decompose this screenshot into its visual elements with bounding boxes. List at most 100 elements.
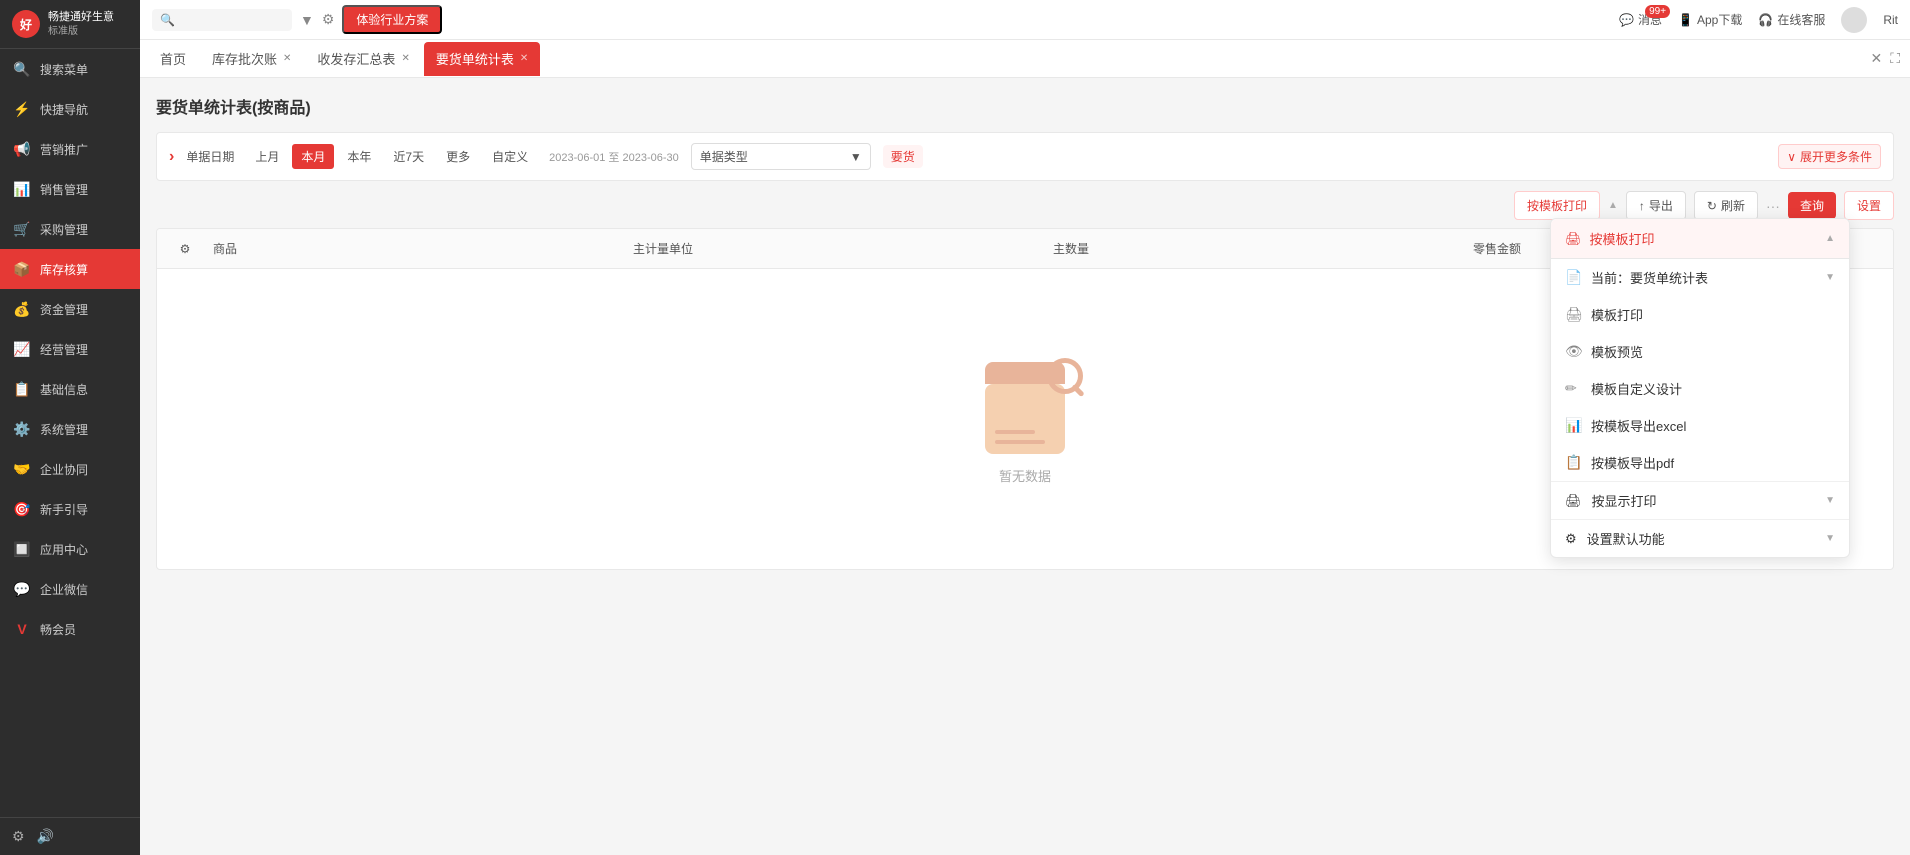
set-default-icon: ⚙ [1565, 531, 1577, 547]
dropdown-current-template[interactable]: 📄 当前：要货单统计表 ▼ [1551, 259, 1849, 296]
date-range-display: 2023-06-01 至 2023-06-30 [549, 149, 679, 165]
order-type-arrow-icon: ▼ [850, 150, 862, 164]
tab-maximize-btn[interactable]: ⛶ [1888, 48, 1902, 69]
tab-controls: ✕ ⛶ [1868, 48, 1902, 69]
dropdown-header: 🖨 按模板打印 ▲ [1551, 219, 1849, 259]
expand-conditions-btn[interactable]: ∨ 展开更多条件 [1778, 144, 1881, 169]
message-btn[interactable]: 💬 消息 99+ [1619, 11, 1662, 28]
dropdown-export-pdf[interactable]: 📋 按模板导出pdf [1551, 444, 1849, 481]
table-col-qty: 主数量 [1045, 240, 1465, 257]
date-btn-7days[interactable]: 近7天 [384, 144, 433, 169]
sidebar-item-purchase[interactable]: 🛒 采购管理 [0, 209, 140, 249]
tab-receipt-summary-close[interactable]: ✕ [401, 53, 409, 64]
search-icon: 🔍 [160, 13, 175, 27]
sidebar-item-finance[interactable]: 💰 资金管理 [0, 289, 140, 329]
inventory-label: 库存核算 [40, 261, 88, 278]
sidebar-item-marketing[interactable]: 📢 营销推广 [0, 129, 140, 169]
date-filter: 上月 本月 本年 近7天 更多 自定义 [246, 144, 537, 169]
dropdown-template-custom[interactable]: ✏ 模板自定义设计 [1551, 370, 1849, 407]
dropdown-template-preview[interactable]: 👁 模板预览 [1551, 333, 1849, 370]
settings-icon[interactable]: ⚙ [12, 828, 25, 845]
empty-text: 暂无数据 [999, 466, 1051, 485]
tab-receipt-summary-label: 收发存汇总表 [317, 49, 395, 68]
tab-home[interactable]: 首页 [148, 42, 198, 76]
sidebar-item-quick-nav[interactable]: ⚡ 快捷导航 [0, 89, 140, 129]
export-icon: ↑ [1639, 199, 1645, 213]
trial-btn[interactable]: 体验行业方案 [342, 5, 442, 34]
message-badge: 99+ [1645, 5, 1670, 18]
tab-order-stats[interactable]: 要货单统计表 ✕ [424, 42, 540, 76]
sidebar-item-basic-info[interactable]: 📋 基础信息 [0, 369, 140, 409]
print-arrow-icon: ▲ [1608, 200, 1618, 211]
sidebar-item-inventory[interactable]: 📦 库存核算 [0, 249, 140, 289]
export-excel-icon: 📊 [1565, 417, 1581, 434]
topbar-gear-icon[interactable]: ▼ [300, 12, 314, 28]
sidebar-item-search[interactable]: 🔍 搜索菜单 [0, 49, 140, 89]
date-btn-last-month[interactable]: 上月 [246, 144, 288, 169]
table-settings-col[interactable]: ⚙ [165, 242, 205, 256]
purchase-label: 采购管理 [40, 221, 88, 238]
finance-label: 资金管理 [40, 301, 88, 318]
more-actions-icon[interactable]: ··· [1766, 198, 1780, 214]
sidebar-item-system[interactable]: ⚙️ 系统管理 [0, 409, 140, 449]
filter-expand-icon[interactable]: › [169, 148, 174, 166]
user-name: Rit [1883, 13, 1898, 27]
dropdown-set-default[interactable]: ⚙ 设置默认功能 ▼ [1551, 519, 1849, 557]
user-avatar[interactable] [1841, 7, 1867, 33]
dropdown-template-print[interactable]: 🖨 模板打印 [1551, 296, 1849, 333]
sidebar-item-membership[interactable]: V 畅会员 [0, 609, 140, 649]
topbar-search[interactable]: 🔍 [152, 9, 292, 31]
app-download-btn[interactable]: 📱 App下载 [1678, 11, 1742, 28]
sidebar-item-sales[interactable]: 📊 销售管理 [0, 169, 140, 209]
settings-btn[interactable]: 设置 [1844, 191, 1894, 220]
export-btn[interactable]: ↑ 导出 [1626, 191, 1686, 220]
quick-nav-label: 快捷导航 [40, 101, 88, 118]
set-default-arrow: ▼ [1825, 533, 1835, 544]
date-btn-this-year[interactable]: 本年 [338, 144, 380, 169]
enterprise-wechat-label: 企业微信 [40, 581, 88, 598]
search-icon: 🔍 [12, 59, 32, 79]
topbar-settings-icon[interactable]: ⚙ [322, 11, 335, 28]
app-version: 标准版 [48, 25, 114, 38]
online-service-btn[interactable]: 🎧 在线客服 [1758, 11, 1825, 28]
export-pdf-label: 按模板导出pdf [1591, 453, 1674, 472]
speaker-icon[interactable]: 🔊 [37, 828, 54, 845]
scroll-line2 [995, 430, 1035, 434]
order-type-select[interactable]: 单据类型 ▼ [691, 143, 871, 170]
print-btn[interactable]: 按模板打印 [1514, 191, 1600, 220]
sidebar-item-enterprise-wechat[interactable]: 💬 企业微信 [0, 569, 140, 609]
quick-nav-icon: ⚡ [12, 99, 32, 119]
sidebar-item-app-center[interactable]: 🔲 应用中心 [0, 529, 140, 569]
system-label: 系统管理 [40, 421, 88, 438]
expand-icon: ∨ [1787, 150, 1796, 164]
tab-receipt-summary[interactable]: 收发存汇总表 ✕ [305, 42, 421, 76]
tab-close-all-btn[interactable]: ✕ [1868, 48, 1884, 69]
dropdown-collapse-icon[interactable]: ▲ [1825, 233, 1835, 244]
sidebar-item-guide[interactable]: 🎯 新手引导 [0, 489, 140, 529]
current-template-icon: 📄 [1565, 269, 1581, 286]
query-btn[interactable]: 查询 [1788, 192, 1836, 219]
tab-order-stats-close[interactable]: ✕ [520, 53, 528, 64]
sidebar-item-operations[interactable]: 📈 经营管理 [0, 329, 140, 369]
marketing-label: 营销推广 [40, 141, 88, 158]
inventory-icon: 📦 [12, 259, 32, 279]
membership-icon: V [12, 619, 32, 639]
sidebar-item-enterprise[interactable]: 🤝 企业协同 [0, 449, 140, 489]
dropdown-export-excel[interactable]: 📊 按模板导出excel [1551, 407, 1849, 444]
tab-inventory-batch[interactable]: 库存批次账 ✕ [200, 42, 303, 76]
app-center-label: 应用中心 [40, 541, 88, 558]
app-download-label: App下载 [1697, 11, 1742, 28]
refresh-btn[interactable]: ↻ 刷新 [1694, 191, 1758, 220]
table-col-product: 商品 [205, 240, 625, 257]
date-filter-label: 单据日期 [186, 148, 234, 165]
print-dropdown-menu: 🖨 按模板打印 ▲ 📄 当前：要货单统计表 ▼ 🖨 模板打印 👁 模板预览 [1550, 218, 1850, 558]
date-btn-this-month[interactable]: 本月 [292, 144, 334, 169]
dropdown-title: 按模板打印 [1590, 229, 1655, 248]
dropdown-display-print[interactable]: 🖨 按显示打印 ▼ [1551, 481, 1849, 519]
operations-label: 经营管理 [40, 341, 88, 358]
tab-inventory-batch-close[interactable]: ✕ [283, 53, 291, 64]
date-btn-custom[interactable]: 自定义 [483, 144, 537, 169]
date-btn-more[interactable]: 更多 [437, 144, 479, 169]
tab-order-stats-label: 要货单统计表 [436, 49, 514, 68]
template-custom-label: 模板自定义设计 [1591, 379, 1682, 398]
